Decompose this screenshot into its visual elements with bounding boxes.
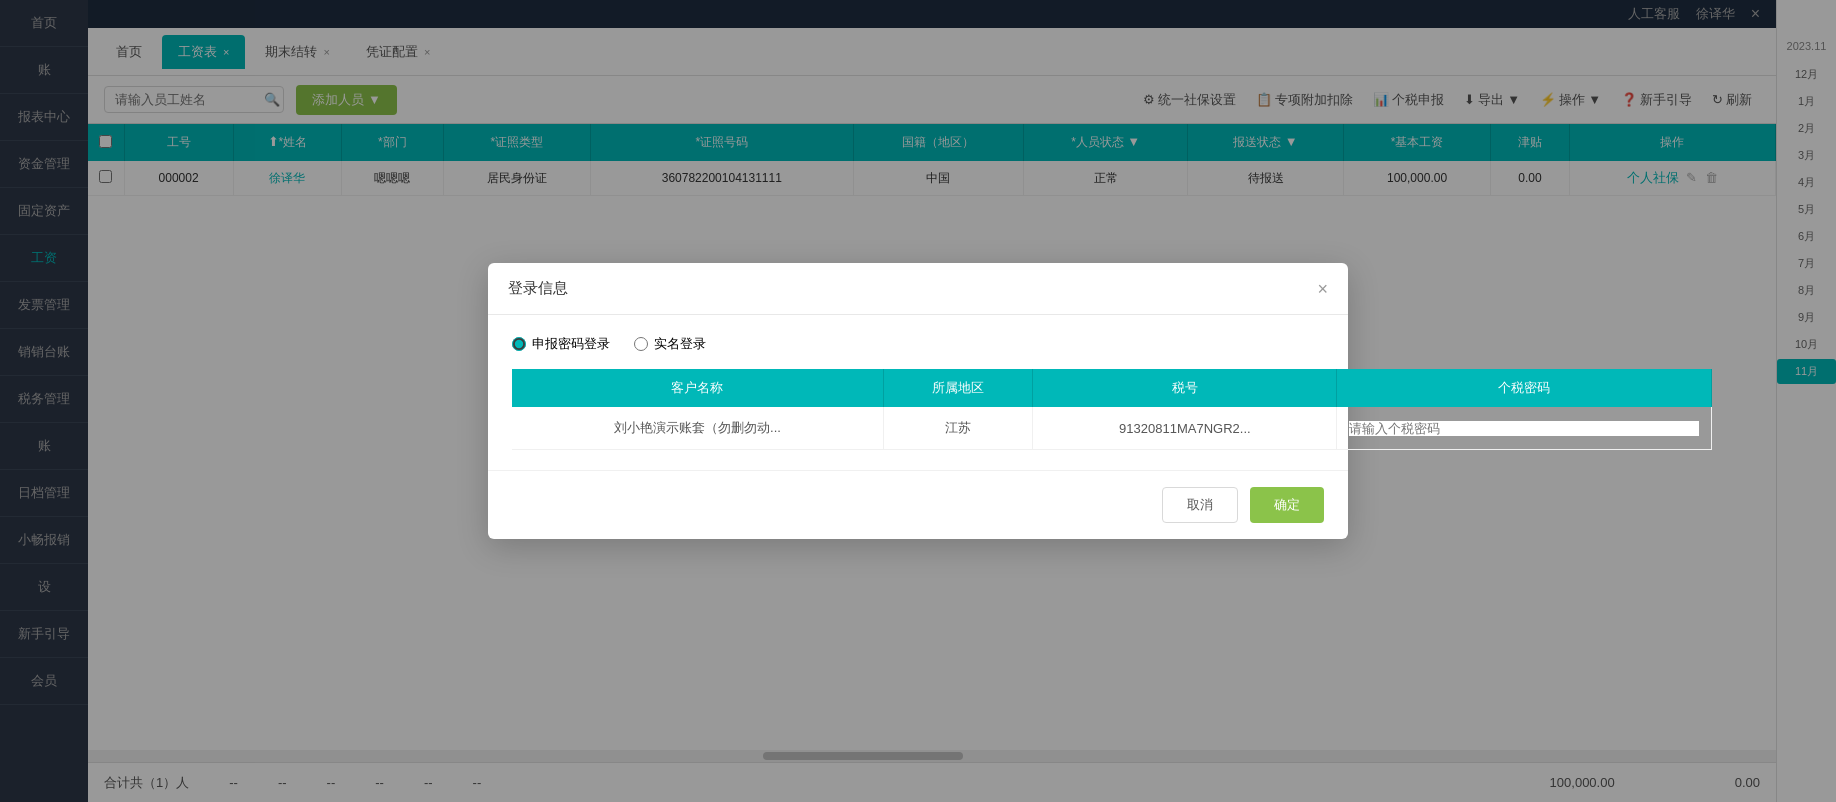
- dialog-row-password-cell[interactable]: [1337, 407, 1712, 450]
- login-info-table: 客户名称 所属地区 税号 个税密码 刘小艳演示账套（勿删勿动... 江苏 913…: [512, 369, 1712, 450]
- dialog-body: 申报密码登录 实名登录 客户名称 所属地区 税号 个税密码: [488, 315, 1348, 470]
- confirm-button[interactable]: 确定: [1250, 487, 1324, 523]
- dialog-overlay: 登录信息 × 申报密码登录 实名登录 客户名称 所属地区: [0, 0, 1836, 802]
- radio-realname-label: 实名登录: [654, 335, 706, 353]
- radio-password-input[interactable]: [512, 337, 526, 351]
- dialog-table-row: 刘小艳演示账套（勿删勿动... 江苏 91320811MA7NGR2...: [512, 407, 1712, 450]
- tax-password-input[interactable]: [1349, 421, 1699, 436]
- dialog-header-password: 个税密码: [1337, 369, 1712, 407]
- login-type-radio-group: 申报密码登录 实名登录: [512, 335, 1324, 353]
- dialog-header-client-name: 客户名称: [512, 369, 883, 407]
- dialog-header-region: 所属地区: [883, 369, 1032, 407]
- dialog-header-tax-number: 税号: [1033, 369, 1337, 407]
- dialog-row-region: 江苏: [883, 407, 1032, 450]
- radio-password-login[interactable]: 申报密码登录: [512, 335, 610, 353]
- dialog-header: 登录信息 ×: [488, 263, 1348, 315]
- dialog-table-header-row: 客户名称 所属地区 税号 个税密码: [512, 369, 1712, 407]
- dialog-row-client-name: 刘小艳演示账套（勿删勿动...: [512, 407, 883, 450]
- radio-realname-input[interactable]: [634, 337, 648, 351]
- dialog-title: 登录信息: [508, 279, 568, 298]
- cancel-button[interactable]: 取消: [1162, 487, 1238, 523]
- radio-password-label: 申报密码登录: [532, 335, 610, 353]
- login-dialog: 登录信息 × 申报密码登录 实名登录 客户名称 所属地区: [488, 263, 1348, 539]
- dialog-row-tax-number: 91320811MA7NGR2...: [1033, 407, 1337, 450]
- dialog-close-button[interactable]: ×: [1317, 280, 1328, 298]
- radio-realname-login[interactable]: 实名登录: [634, 335, 706, 353]
- dialog-footer: 取消 确定: [488, 470, 1348, 539]
